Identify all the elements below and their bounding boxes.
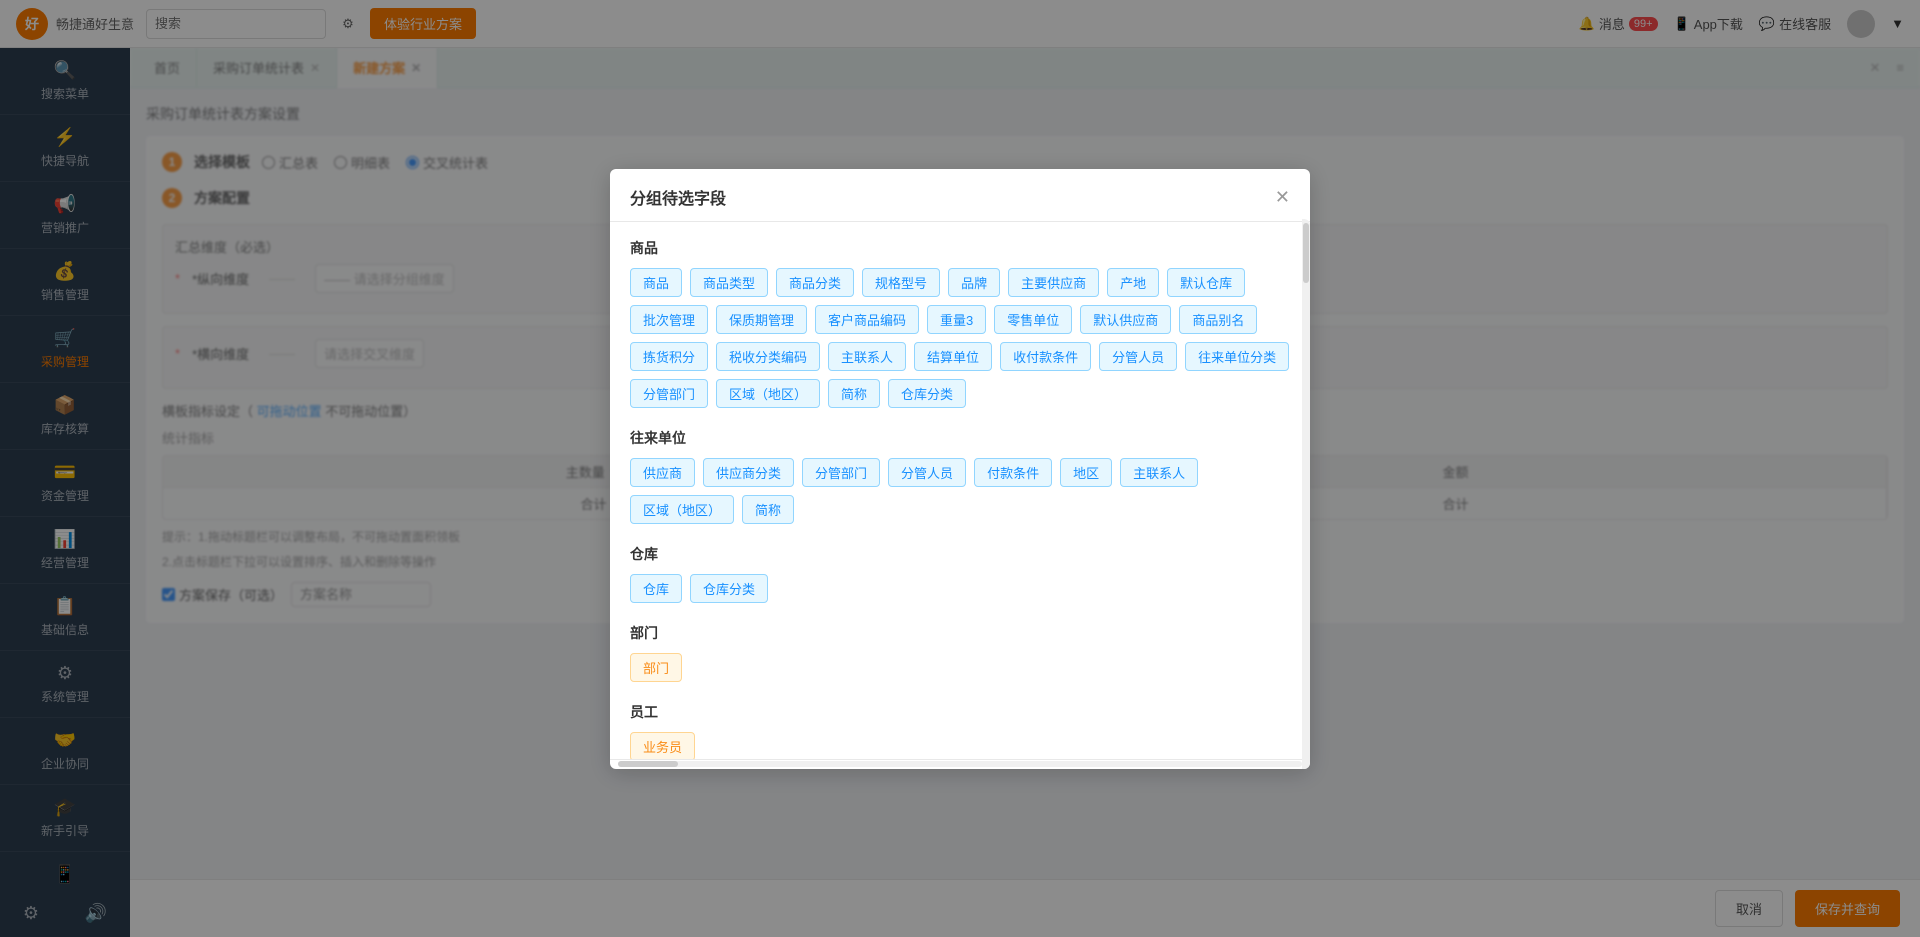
field-grid-2: 仓库仓库分类 (630, 574, 1290, 603)
field-tag-0-16[interactable]: 税收分类编码 (716, 342, 820, 371)
field-tag-1-7[interactable]: 区域（地区） (630, 495, 734, 524)
vertical-scroll-thumb (1303, 223, 1309, 283)
field-tag-0-2[interactable]: 商品分类 (776, 268, 854, 297)
field-tag-0-19[interactable]: 收付款条件 (1000, 342, 1091, 371)
field-tag-0-22[interactable]: 分管部门 (630, 379, 708, 408)
field-tag-4-0[interactable]: 业务员 (630, 732, 695, 759)
field-tag-0-8[interactable]: 批次管理 (630, 305, 708, 334)
section-title-1: 往来单位 (630, 428, 1290, 448)
section-title-0: 商品 (630, 238, 1290, 258)
field-grid-3: 部门 (630, 653, 1290, 682)
field-tag-0-24[interactable]: 简称 (828, 379, 880, 408)
field-tag-0-4[interactable]: 品牌 (948, 268, 1000, 297)
field-tag-2-0[interactable]: 仓库 (630, 574, 682, 603)
field-section-2: 仓库仓库仓库分类 (630, 544, 1290, 603)
horizontal-scroll-thumb (618, 761, 678, 767)
field-tag-0-6[interactable]: 产地 (1107, 268, 1159, 297)
field-tag-0-1[interactable]: 商品类型 (690, 268, 768, 297)
field-tag-1-3[interactable]: 分管人员 (888, 458, 966, 487)
field-tag-0-17[interactable]: 主联系人 (828, 342, 906, 371)
dialog-bottom-scrollbar[interactable] (610, 759, 1310, 769)
field-tag-0-13[interactable]: 默认供应商 (1080, 305, 1171, 334)
field-tag-1-2[interactable]: 分管部门 (802, 458, 880, 487)
field-tag-1-0[interactable]: 供应商 (630, 458, 695, 487)
dialog-close-button[interactable]: ✕ (1275, 188, 1290, 206)
field-tag-1-8[interactable]: 简称 (742, 495, 794, 524)
section-title-4: 员工 (630, 702, 1290, 722)
dialog-body: 商品商品商品类型商品分类规格型号品牌主要供应商产地默认仓库批次管理保质期管理客户… (610, 222, 1310, 759)
field-tag-0-3[interactable]: 规格型号 (862, 268, 940, 297)
field-section-3: 部门部门 (630, 623, 1290, 682)
field-select-dialog: 分组待选字段 ✕ 商品商品商品类型商品分类规格型号品牌主要供应商产地默认仓库批次… (610, 169, 1310, 769)
field-tag-0-5[interactable]: 主要供应商 (1008, 268, 1099, 297)
field-tag-0-25[interactable]: 仓库分类 (888, 379, 966, 408)
field-tag-0-10[interactable]: 客户商品编码 (815, 305, 919, 334)
field-tag-0-15[interactable]: 拣货积分 (630, 342, 708, 371)
field-tag-0-20[interactable]: 分管人员 (1099, 342, 1177, 371)
field-tag-0-12[interactable]: 零售单位 (994, 305, 1072, 334)
horizontal-scroll-track (618, 761, 1302, 767)
field-tag-3-0[interactable]: 部门 (630, 653, 682, 682)
field-tag-1-1[interactable]: 供应商分类 (703, 458, 794, 487)
field-tag-1-4[interactable]: 付款条件 (974, 458, 1052, 487)
field-section-4: 员工业务员 (630, 702, 1290, 759)
section-title-2: 仓库 (630, 544, 1290, 564)
field-grid-4: 业务员 (630, 732, 1290, 759)
field-grid-0: 商品商品类型商品分类规格型号品牌主要供应商产地默认仓库批次管理保质期管理客户商品… (630, 268, 1290, 408)
field-tag-0-21[interactable]: 往来单位分类 (1185, 342, 1289, 371)
field-tag-0-23[interactable]: 区域（地区） (716, 379, 820, 408)
field-tag-0-18[interactable]: 结算单位 (914, 342, 992, 371)
dialog-overlay: 分组待选字段 ✕ 商品商品商品类型商品分类规格型号品牌主要供应商产地默认仓库批次… (0, 0, 1920, 937)
field-tag-0-14[interactable]: 商品别名 (1179, 305, 1257, 334)
field-tag-0-9[interactable]: 保质期管理 (716, 305, 807, 334)
field-tag-2-1[interactable]: 仓库分类 (690, 574, 768, 603)
field-section-0: 商品商品商品类型商品分类规格型号品牌主要供应商产地默认仓库批次管理保质期管理客户… (630, 238, 1290, 408)
field-tag-0-11[interactable]: 重量3 (927, 305, 986, 334)
field-grid-1: 供应商供应商分类分管部门分管人员付款条件地区主联系人区域（地区） 简称 (630, 458, 1290, 524)
vertical-scroll-track (1302, 219, 1310, 769)
dialog-header: 分组待选字段 ✕ (610, 169, 1310, 222)
field-tag-1-5[interactable]: 地区 (1060, 458, 1112, 487)
section-title-3: 部门 (630, 623, 1290, 643)
field-section-1: 往来单位供应商供应商分类分管部门分管人员付款条件地区主联系人区域（地区） 简称 (630, 428, 1290, 524)
field-tag-1-6[interactable]: 主联系人 (1120, 458, 1198, 487)
dialog-title: 分组待选字段 (630, 185, 726, 209)
field-tag-0-7[interactable]: 默认仓库 (1167, 268, 1245, 297)
field-tag-0-0[interactable]: 商品 (630, 268, 682, 297)
